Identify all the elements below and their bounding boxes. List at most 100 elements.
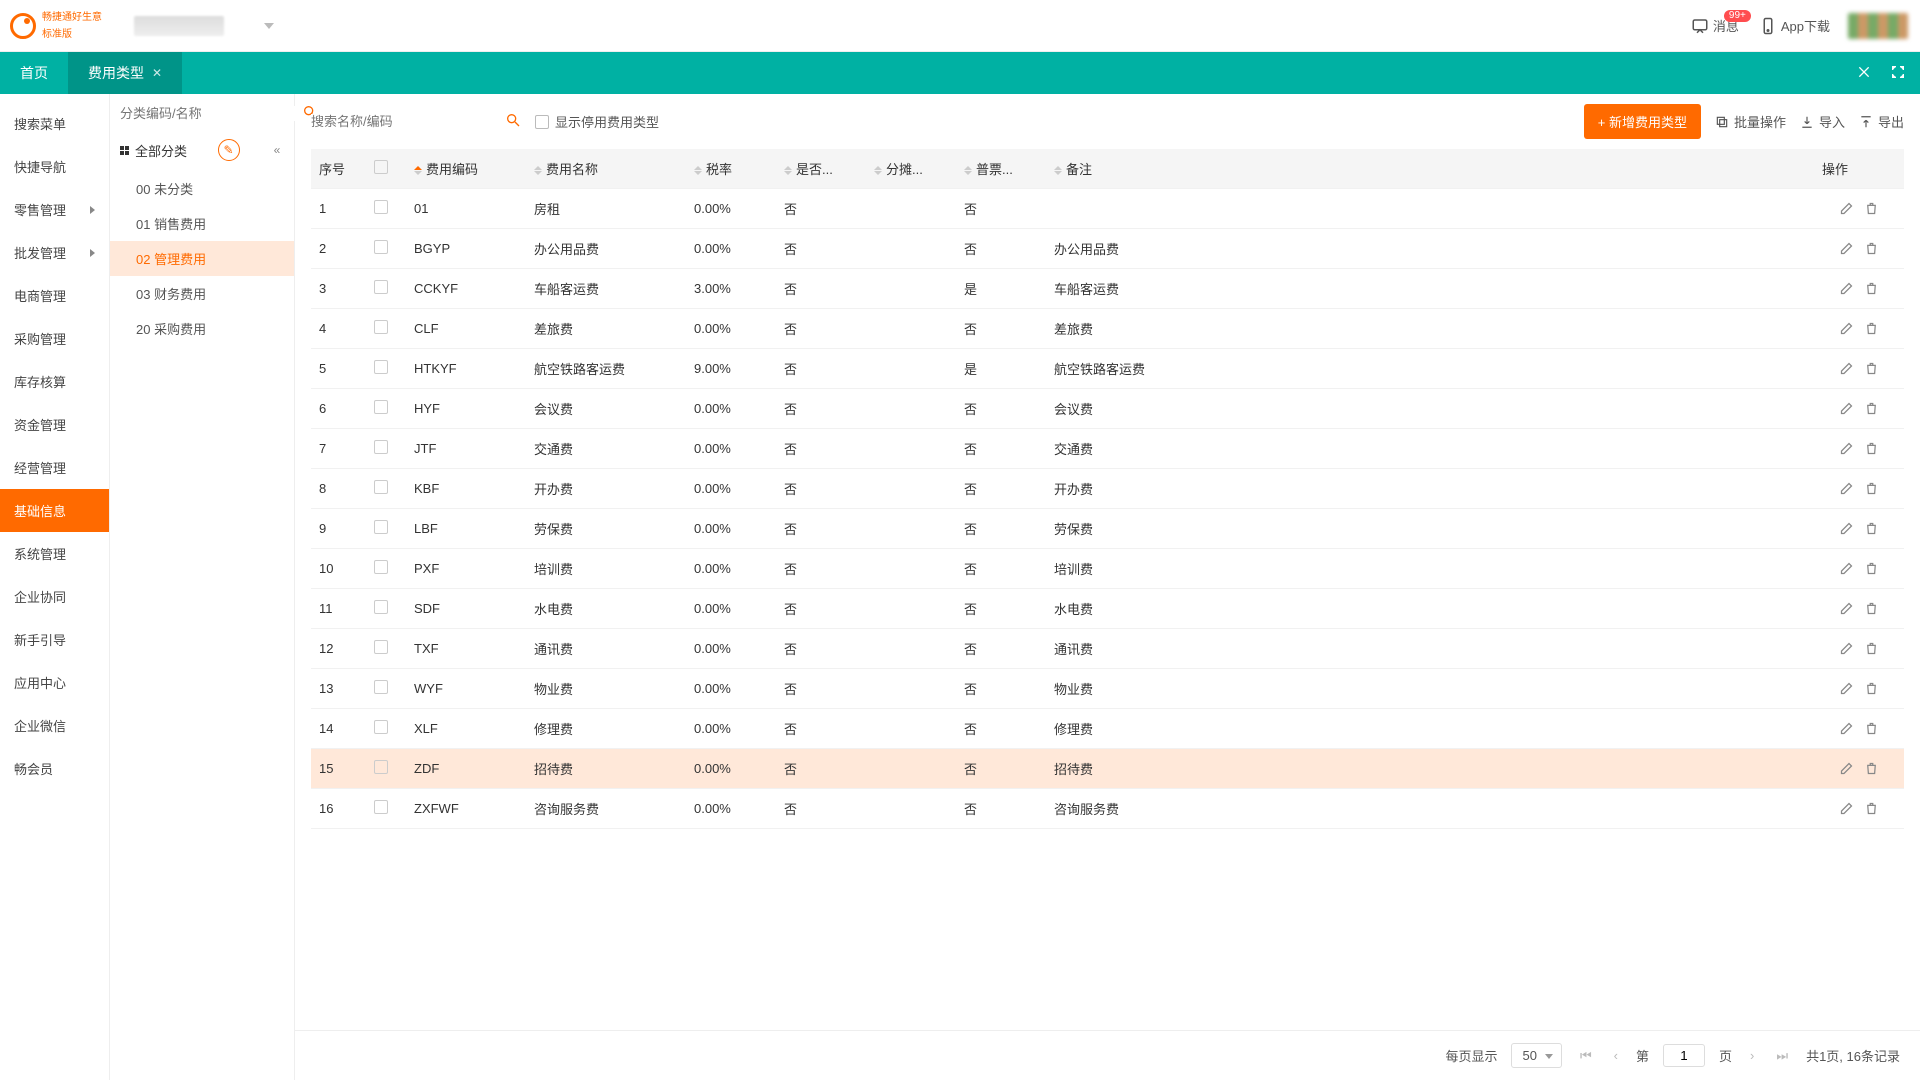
tab-首页[interactable]: 首页: [0, 52, 68, 94]
tab-close-all-icon[interactable]: [1856, 64, 1872, 83]
col-rate[interactable]: 税率: [686, 149, 776, 189]
edit-icon[interactable]: [1839, 321, 1854, 336]
checkbox-icon[interactable]: [374, 760, 388, 774]
table-row[interactable]: 4CLF差旅费0.00%否否差旅费: [311, 309, 1904, 349]
cell-checkbox[interactable]: [366, 189, 406, 229]
tab-费用类型[interactable]: 费用类型✕: [68, 52, 182, 94]
edit-icon[interactable]: [1839, 761, 1854, 776]
messages-button[interactable]: 消息 99+: [1681, 12, 1749, 39]
cell-checkbox[interactable]: [366, 389, 406, 429]
delete-icon[interactable]: [1864, 241, 1879, 256]
checkbox-icon[interactable]: [374, 640, 388, 654]
table-row[interactable]: 5HTKYF航空铁路客运费9.00%否是航空铁路客运费: [311, 349, 1904, 389]
nav-item-资金管理[interactable]: 资金管理: [0, 403, 109, 446]
page-number-input[interactable]: [1663, 1044, 1705, 1067]
delete-icon[interactable]: [1864, 441, 1879, 456]
checkbox-icon[interactable]: [374, 240, 388, 254]
table-row[interactable]: 10PXF培训费0.00%否否培训费: [311, 549, 1904, 589]
delete-icon[interactable]: [1864, 481, 1879, 496]
search-icon[interactable]: [505, 112, 521, 131]
checkbox-icon[interactable]: [374, 200, 388, 214]
nav-item-企业微信[interactable]: 企业微信: [0, 704, 109, 747]
edit-icon[interactable]: [1839, 401, 1854, 416]
nav-item-采购管理[interactable]: 采购管理: [0, 317, 109, 360]
nav-item-基础信息[interactable]: 基础信息: [0, 489, 109, 532]
delete-icon[interactable]: [1864, 681, 1879, 696]
table-row[interactable]: 11SDF水电费0.00%否否水电费: [311, 589, 1904, 629]
edit-icon[interactable]: [1839, 441, 1854, 456]
table-row[interactable]: 16ZXFWF咨询服务费0.00%否否咨询服务费: [311, 789, 1904, 829]
table-row[interactable]: 12TXF通讯费0.00%否否通讯费: [311, 629, 1904, 669]
checkbox-icon[interactable]: [374, 360, 388, 374]
per-page-select[interactable]: 50: [1511, 1043, 1561, 1068]
edit-icon[interactable]: [1839, 481, 1854, 496]
delete-icon[interactable]: [1864, 601, 1879, 616]
checkbox-icon[interactable]: [374, 400, 388, 414]
table-row[interactable]: 14XLF修理费0.00%否否修理费: [311, 709, 1904, 749]
checkbox-icon[interactable]: [374, 720, 388, 734]
delete-icon[interactable]: [1864, 321, 1879, 336]
category-search-input[interactable]: [120, 106, 296, 121]
cell-checkbox[interactable]: [366, 269, 406, 309]
cell-checkbox[interactable]: [366, 469, 406, 509]
show-disabled-checkbox[interactable]: 显示停用费用类型: [535, 112, 659, 131]
search-input[interactable]: [311, 114, 491, 130]
edit-icon[interactable]: [1839, 801, 1854, 816]
cell-checkbox[interactable]: [366, 429, 406, 469]
checkbox-icon[interactable]: [374, 680, 388, 694]
cell-checkbox[interactable]: [366, 669, 406, 709]
delete-icon[interactable]: [1864, 201, 1879, 216]
user-avatar[interactable]: [1848, 13, 1908, 39]
checkbox-icon[interactable]: [374, 560, 388, 574]
nav-item-企业协同[interactable]: 企业协同: [0, 575, 109, 618]
delete-icon[interactable]: [1864, 721, 1879, 736]
delete-icon[interactable]: [1864, 361, 1879, 376]
checkbox-icon[interactable]: [374, 480, 388, 494]
checkbox-icon[interactable]: [374, 320, 388, 334]
fullscreen-icon[interactable]: [1890, 64, 1906, 83]
org-selector[interactable]: [134, 16, 274, 36]
cell-checkbox[interactable]: [366, 589, 406, 629]
edit-icon[interactable]: [1839, 561, 1854, 576]
edit-icon[interactable]: [1839, 241, 1854, 256]
nav-item-系统管理[interactable]: 系统管理: [0, 532, 109, 575]
nav-item-电商管理[interactable]: 电商管理: [0, 274, 109, 317]
cell-checkbox[interactable]: [366, 309, 406, 349]
nav-item-应用中心[interactable]: 应用中心: [0, 661, 109, 704]
table-row[interactable]: 15ZDF招待费0.00%否否招待费: [311, 749, 1904, 789]
cell-checkbox[interactable]: [366, 749, 406, 789]
edit-icon[interactable]: [1839, 681, 1854, 696]
category-item[interactable]: 01 销售费用: [110, 206, 294, 241]
nav-item-畅会员[interactable]: 畅会员: [0, 747, 109, 790]
col-code[interactable]: 费用编码: [406, 149, 526, 189]
nav-item-快捷导航[interactable]: 快捷导航: [0, 145, 109, 188]
col-index[interactable]: 序号: [311, 149, 366, 189]
category-item[interactable]: 20 采购费用: [110, 311, 294, 346]
delete-icon[interactable]: [1864, 561, 1879, 576]
cell-checkbox[interactable]: [366, 629, 406, 669]
edit-icon[interactable]: [1839, 641, 1854, 656]
table-row[interactable]: 3CCKYF车船客运费3.00%否是车船客运费: [311, 269, 1904, 309]
nav-item-新手引导[interactable]: 新手引导: [0, 618, 109, 661]
app-download-button[interactable]: App下载: [1749, 12, 1840, 39]
cell-checkbox[interactable]: [366, 789, 406, 829]
table-row[interactable]: 6HYF会议费0.00%否否会议费: [311, 389, 1904, 429]
category-all[interactable]: 全部分类: [120, 141, 187, 160]
table-row[interactable]: 13WYF物业费0.00%否否物业费: [311, 669, 1904, 709]
table-wrapper[interactable]: 序号 费用编码 费用名称 税率 是否... 分摊... 普票... 备注 操作 …: [295, 149, 1920, 1030]
col-share[interactable]: 分摊...: [866, 149, 956, 189]
cell-checkbox[interactable]: [366, 349, 406, 389]
batch-action-button[interactable]: 批量操作: [1715, 112, 1786, 131]
table-row[interactable]: 7JTF交通费0.00%否否交通费: [311, 429, 1904, 469]
delete-icon[interactable]: [1864, 521, 1879, 536]
edit-icon[interactable]: [1839, 361, 1854, 376]
table-row[interactable]: 8KBF开办费0.00%否否开办费: [311, 469, 1904, 509]
category-edit-icon[interactable]: ✎: [218, 139, 240, 161]
export-button[interactable]: 导出: [1859, 112, 1904, 131]
nav-item-零售管理[interactable]: 零售管理: [0, 188, 109, 231]
table-row[interactable]: 101房租0.00%否否: [311, 189, 1904, 229]
table-row[interactable]: 2BGYP办公用品费0.00%否否办公用品费: [311, 229, 1904, 269]
nav-item-库存核算[interactable]: 库存核算: [0, 360, 109, 403]
delete-icon[interactable]: [1864, 641, 1879, 656]
delete-icon[interactable]: [1864, 401, 1879, 416]
